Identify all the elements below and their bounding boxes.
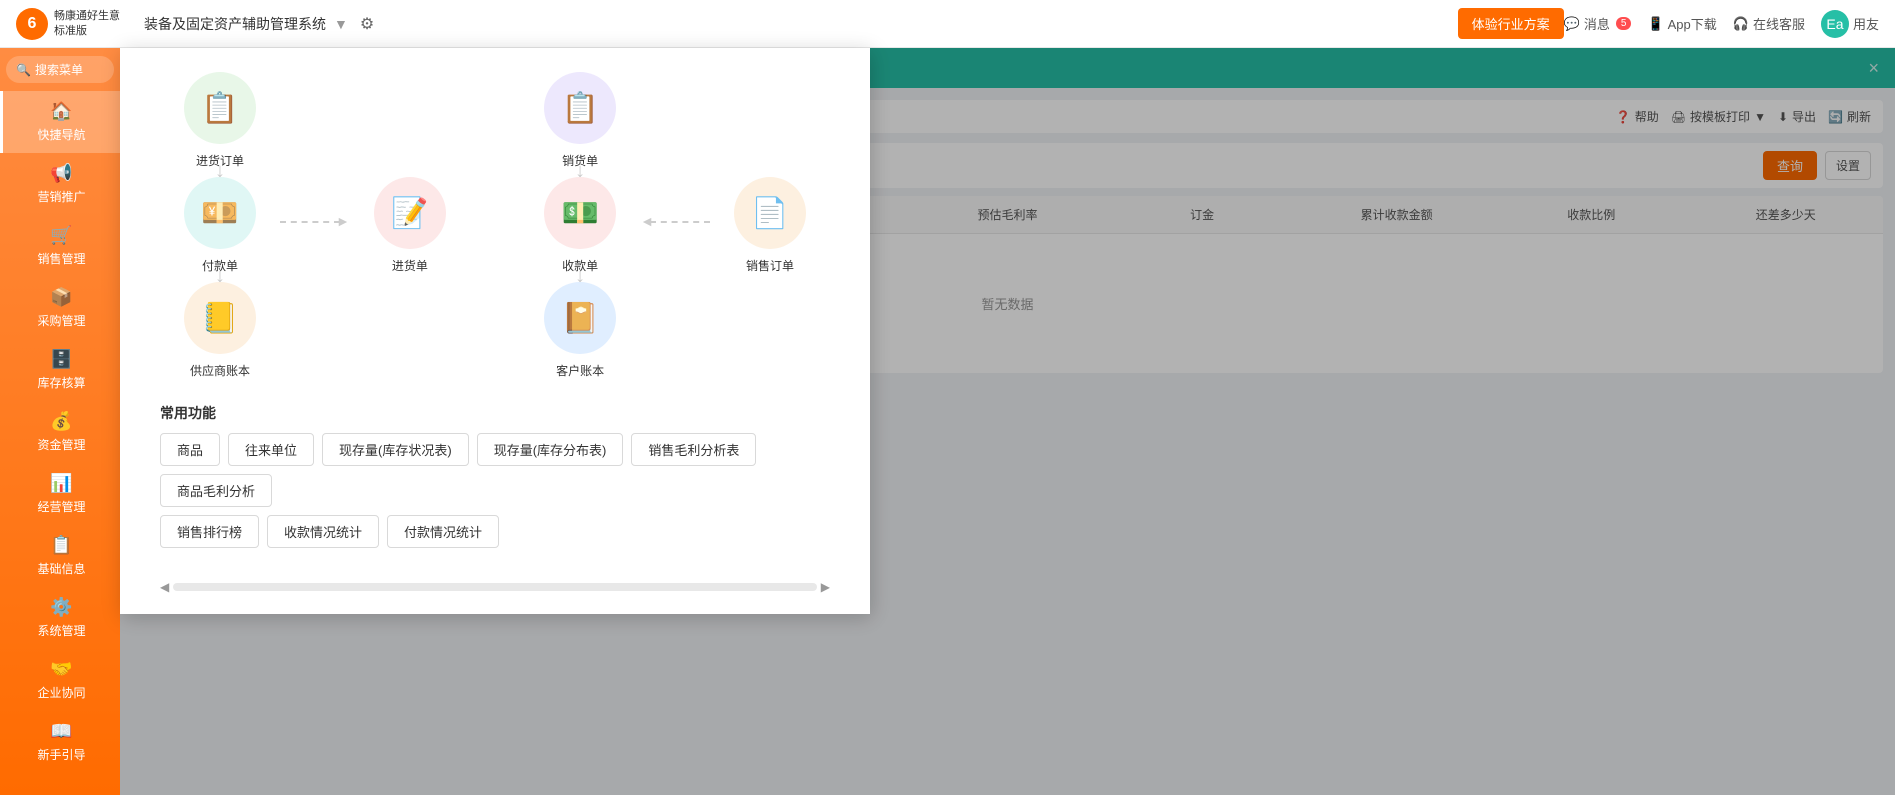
service-icon: 🎧 xyxy=(1733,16,1749,32)
sidebar-item-basic-info[interactable]: 📋 基础信息 xyxy=(0,525,120,587)
purchase-icon: 📦 xyxy=(50,287,72,308)
message-badge: 5 xyxy=(1616,17,1632,30)
flow-node-purchase-receipt[interactable]: 📝 进货单 xyxy=(350,177,470,274)
download-icon: 📱 xyxy=(1647,16,1663,32)
message-item[interactable]: 💬 消息 5 xyxy=(1564,14,1632,33)
payment-circle[interactable]: 💴 xyxy=(184,177,256,249)
customer-account-circle[interactable]: 📔 xyxy=(544,282,616,354)
customer-account-label: 客户账本 xyxy=(556,362,604,379)
sales-order-circle[interactable]: 📄 xyxy=(734,177,806,249)
search-menu[interactable]: 🔍 搜索菜单 xyxy=(6,56,114,83)
dashed-arrow-2 xyxy=(650,221,710,223)
flow-node-receipt[interactable]: 💵 收款单 xyxy=(520,177,640,274)
modal-scrollbar: ◀ ▶ xyxy=(120,572,870,594)
purchase-receipt-circle[interactable]: 📝 xyxy=(374,177,446,249)
system-title: 装备及固定资产辅助管理系统 ▼ ⚙ xyxy=(144,14,1446,34)
logo-icon: 6 xyxy=(16,8,48,40)
flow-left-col: 📋 进货订单 ↓ 💴 付款单 ↓ 📒 供应商账本 xyxy=(160,72,280,379)
scroll-left-icon[interactable]: ◀ xyxy=(160,580,169,594)
sales-invoice-circle[interactable]: 📋 xyxy=(544,72,616,144)
basic-info-icon: 📋 xyxy=(50,535,72,556)
inventory-icon: 🗄️ xyxy=(50,349,72,370)
func-buttons-row-1: 商品 往来单位 现存量(库存状况表) 现存量(库存分布表) 销售毛利分析表 商品… xyxy=(160,433,830,507)
sidebar-item-enterprise[interactable]: 🤝 企业协同 xyxy=(0,649,120,711)
finance-icon: 💰 xyxy=(50,411,72,432)
sidebar-item-marketing[interactable]: 📢 营销推广 xyxy=(0,153,120,215)
purchase-order-circle[interactable]: 📋 xyxy=(184,72,256,144)
flow-node-sales-invoice[interactable]: 📋 销货单 xyxy=(520,72,640,169)
message-icon: 💬 xyxy=(1564,16,1580,32)
system-dropdown-icon[interactable]: ▼ xyxy=(334,16,348,32)
flow-node-purchase-order[interactable]: 📋 进货订单 xyxy=(160,72,280,169)
app-download-item[interactable]: 📱 App下载 xyxy=(1647,14,1716,33)
sidebar-item-sales[interactable]: 🛒 销售管理 xyxy=(0,215,120,277)
func-btn-sales-ranking[interactable]: 销售排行榜 xyxy=(160,515,259,548)
sidebar-item-system[interactable]: ⚙️ 系统管理 xyxy=(0,587,120,649)
func-btn-stock-dist[interactable]: 现存量(库存分布表) xyxy=(477,433,624,466)
func-btn-product[interactable]: 商品 xyxy=(160,433,220,466)
enterprise-icon: 🤝 xyxy=(50,659,72,680)
flow-section: 📋 进货订单 ↓ 💴 付款单 ↓ 📒 供应商账本 xyxy=(120,48,870,395)
operation-icon: 📊 xyxy=(50,473,72,494)
flow-node-supplier-account[interactable]: 📒 供应商账本 xyxy=(160,282,280,379)
func-btn-stock-status[interactable]: 现存量(库存状况表) xyxy=(322,433,469,466)
sidebar-item-inventory[interactable]: 🗄️ 库存核算 xyxy=(0,339,120,401)
dashed-arrow-1 xyxy=(280,221,340,223)
search-icon: 🔍 xyxy=(16,63,31,77)
sidebar: 🔍 搜索菜单 🏠 快捷导航 📢 营销推广 🛒 销售管理 📦 采购管理 🗄️ 库存… xyxy=(0,48,120,795)
guide-icon: 📖 xyxy=(50,721,72,742)
sidebar-item-finance[interactable]: 💰 资金管理 xyxy=(0,401,120,463)
func-title: 常用功能 xyxy=(160,403,830,423)
flow-third-col: 📋 销货单 ↓ 💵 收款单 ↓ 📔 客户账本 xyxy=(520,72,640,379)
flow-fourth-col: 📄 销售订单 xyxy=(710,177,830,274)
settings-icon[interactable]: ⚙ xyxy=(360,14,374,34)
sidebar-item-purchase[interactable]: 📦 采购管理 xyxy=(0,277,120,339)
func-btn-payment-stats[interactable]: 付款情况统计 xyxy=(387,515,499,548)
avatar: Ea xyxy=(1821,10,1849,38)
logo-text: 畅康通好生意 标准版 xyxy=(54,9,120,38)
flow-top-row: 📋 进货订单 ↓ 💴 付款单 ↓ 📒 供应商账本 xyxy=(160,72,830,379)
top-header: 6 畅康通好生意 标准版 装备及固定资产辅助管理系统 ▼ ⚙ 体验行业方案 💬 … xyxy=(0,0,1895,48)
online-service-item[interactable]: 🎧 在线客服 xyxy=(1733,14,1805,33)
func-section: 常用功能 商品 往来单位 现存量(库存状况表) 现存量(库存分布表) 销售毛利分… xyxy=(120,395,870,572)
arrow-ltr-1: ► xyxy=(280,197,350,255)
sidebar-item-operation[interactable]: 📊 经营管理 xyxy=(0,463,120,525)
sales-order-label: 销售订单 xyxy=(746,257,794,274)
trial-button[interactable]: 体验行业方案 xyxy=(1458,8,1564,39)
supplier-account-label: 供应商账本 xyxy=(190,362,250,379)
flow-node-payment[interactable]: 💴 付款单 xyxy=(160,177,280,274)
flow-second-col: 📝 进货单 xyxy=(350,177,470,274)
func-btn-counterpart[interactable]: 往来单位 xyxy=(228,433,314,466)
purchase-receipt-label: 进货单 xyxy=(392,257,428,274)
sales-icon: 🛒 xyxy=(50,225,72,246)
func-buttons-row-2: 销售排行榜 收款情况统计 付款情况统计 xyxy=(160,515,830,548)
receipt-circle[interactable]: 💵 xyxy=(544,177,616,249)
func-btn-product-gross[interactable]: 商品毛利分析 xyxy=(160,474,272,507)
func-btn-sales-gross[interactable]: 销售毛利分析表 xyxy=(631,433,756,466)
scroll-right-icon[interactable]: ▶ xyxy=(821,580,830,594)
scrollbar-track[interactable] xyxy=(173,583,817,591)
flow-node-sales-order[interactable]: 📄 销售订单 xyxy=(710,177,830,274)
quick-nav-modal: 📋 进货订单 ↓ 💴 付款单 ↓ 📒 供应商账本 xyxy=(120,48,870,614)
arrow-rtl-1: ◄ xyxy=(640,197,710,255)
marketing-icon: 📢 xyxy=(50,163,72,184)
sidebar-item-quick-nav[interactable]: 🏠 快捷导航 xyxy=(0,91,120,153)
sidebar-item-guide[interactable]: 📖 新手引导 xyxy=(0,711,120,773)
flow-node-customer-account[interactable]: 📔 客户账本 xyxy=(520,282,640,379)
logo-area: 6 畅康通好生意 标准版 xyxy=(16,8,136,40)
header-right: 💬 消息 5 📱 App下载 🎧 在线客服 Ea 用友 xyxy=(1564,10,1879,38)
user-item[interactable]: Ea 用友 xyxy=(1821,10,1879,38)
system-icon: ⚙️ xyxy=(50,597,72,618)
func-btn-receipt-stats[interactable]: 收款情况统计 xyxy=(267,515,379,548)
supplier-account-circle[interactable]: 📒 xyxy=(184,282,256,354)
home-icon: 🏠 xyxy=(50,101,72,122)
